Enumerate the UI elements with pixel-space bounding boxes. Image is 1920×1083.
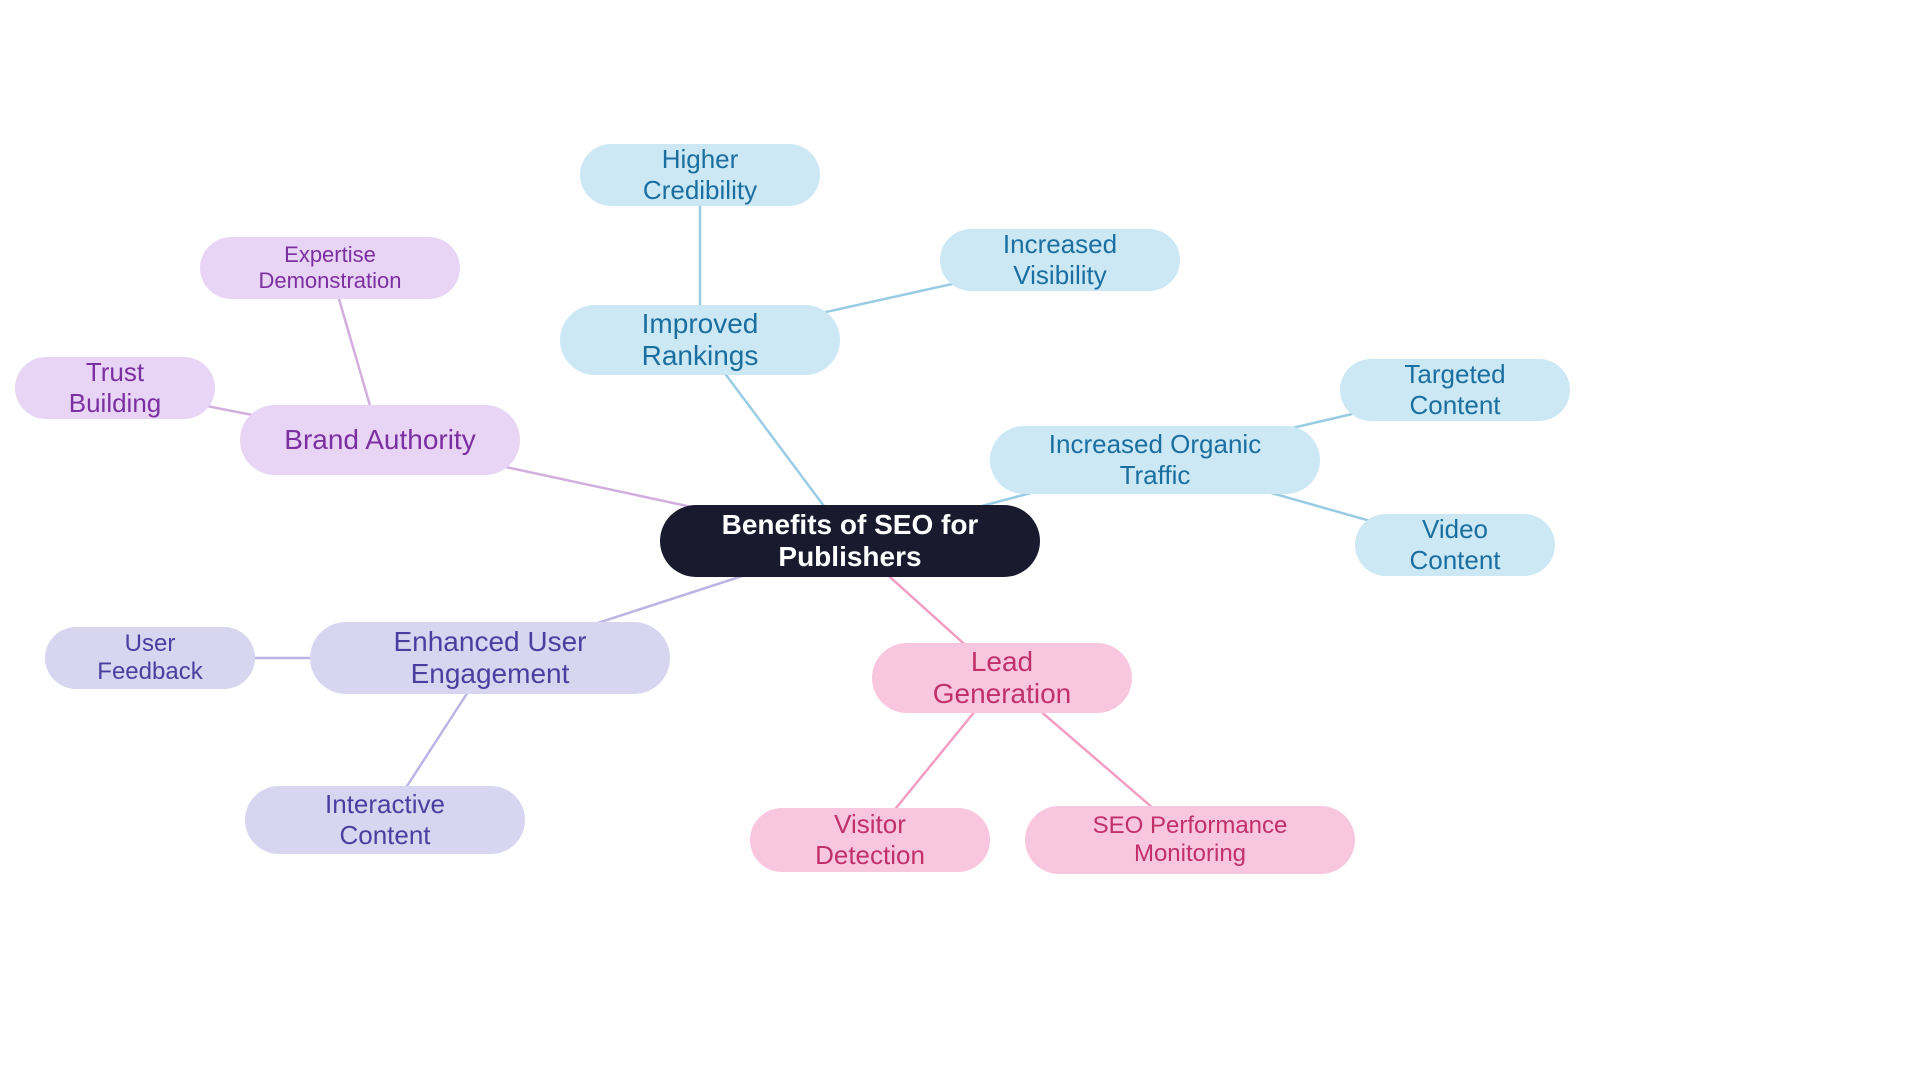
increased-organic-traffic-node[interactable]: Increased Organic Traffic bbox=[990, 426, 1320, 494]
center-node[interactable]: Benefits of SEO for Publishers bbox=[660, 505, 1040, 577]
brand-authority-node[interactable]: Brand Authority bbox=[240, 405, 520, 475]
enhanced-user-engagement-node[interactable]: Enhanced User Engagement bbox=[310, 622, 670, 694]
visitor-detection-node[interactable]: Visitor Detection bbox=[750, 808, 990, 872]
improved-rankings-node[interactable]: Improved Rankings bbox=[560, 305, 840, 375]
targeted-content-node[interactable]: Targeted Content bbox=[1340, 359, 1570, 421]
user-feedback-node[interactable]: User Feedback bbox=[45, 627, 255, 689]
seo-performance-monitoring-node[interactable]: SEO Performance Monitoring bbox=[1025, 806, 1355, 874]
increased-visibility-node[interactable]: Increased Visibility bbox=[940, 229, 1180, 291]
expertise-demonstration-node[interactable]: Expertise Demonstration bbox=[200, 237, 460, 299]
higher-credibility-node[interactable]: Higher Credibility bbox=[580, 144, 820, 206]
video-content-node[interactable]: Video Content bbox=[1355, 514, 1555, 576]
trust-building-node[interactable]: Trust Building bbox=[15, 357, 215, 419]
interactive-content-node[interactable]: Interactive Content bbox=[245, 786, 525, 854]
lead-generation-node[interactable]: Lead Generation bbox=[872, 643, 1132, 713]
